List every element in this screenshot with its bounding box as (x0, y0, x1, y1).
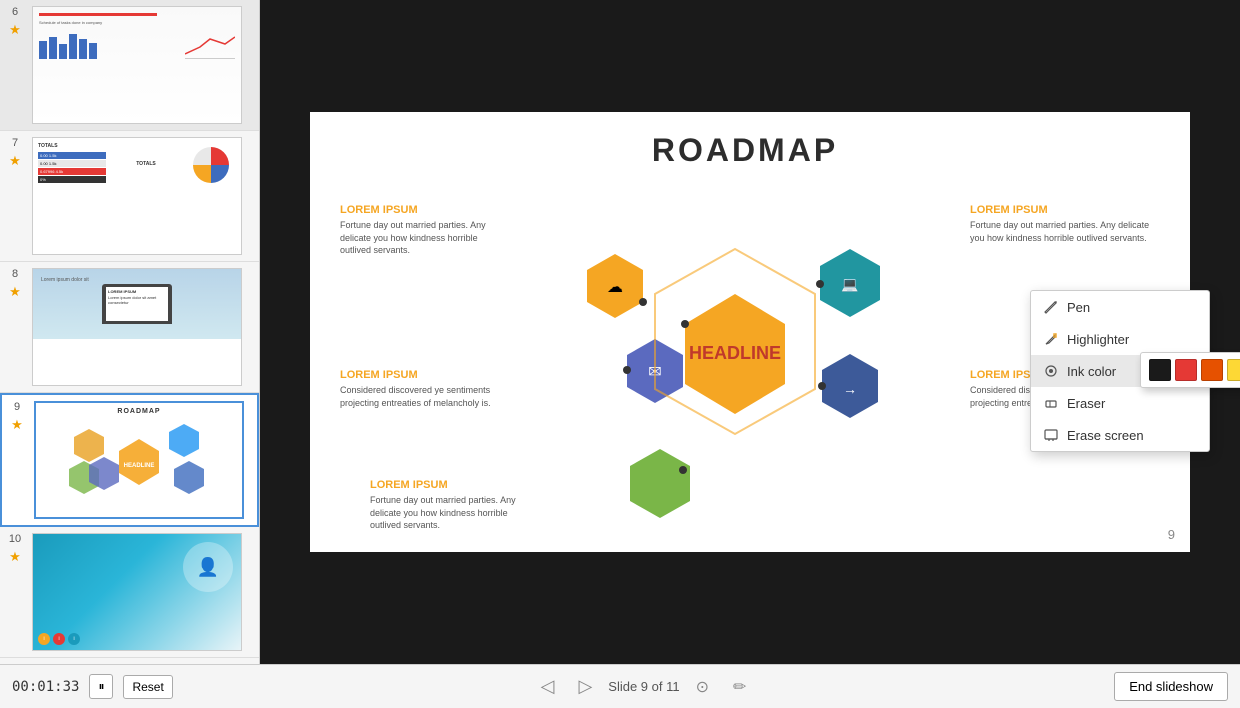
highlighter-icon (1043, 331, 1059, 347)
slide-star-8: ★ (9, 284, 21, 300)
slide-num-col-9: 9 ★ (2, 395, 32, 525)
main-content: ROADMAP LOREM IPSUM Fortune day out marr… (260, 0, 1240, 664)
menu-pen-label: Pen (1067, 300, 1090, 315)
svg-text:💻: 💻 (841, 276, 859, 293)
main-layout: 6 ★ Schedule of tasks done in company (0, 0, 1240, 664)
slide-thumbnail-10: 👤 i i i (32, 533, 242, 651)
pen-icon (1043, 299, 1059, 315)
menu-ink-color-label: Ink color (1067, 364, 1116, 379)
slide-preview-10: 👤 i i i (30, 527, 259, 657)
slide-num-col-10: 10 ★ (0, 527, 30, 657)
slide-thumbnail-7: TOTALS 0.00 1.5k 0.00 1.5k 0.67996 4.5k … (32, 137, 242, 255)
slide-num-col-6: 6 ★ (0, 0, 30, 130)
slide-num-col-7: 7 ★ (0, 131, 30, 261)
slide-thumb-7[interactable]: 7 ★ TOTALS 0.00 1.5k 0.00 1.5k 0.67996 4… (0, 131, 259, 262)
menu-highlighter-label: Highlighter (1067, 332, 1129, 347)
color-dark-orange[interactable] (1201, 359, 1223, 381)
slide-thumb-6[interactable]: 6 ★ Schedule of tasks done in company (0, 0, 259, 131)
ink-color-icon (1043, 363, 1059, 379)
color-submenu (1140, 352, 1240, 388)
menu-erase-screen-label: Erase screen (1067, 428, 1144, 443)
slide-preview-6: Schedule of tasks done in company (30, 0, 259, 130)
color-black[interactable] (1149, 359, 1171, 381)
bottom-toolbar: 00:01:33 ⏸ Reset ◁ ▷ Slide 9 of 11 ⊙ ✏ E… (0, 664, 1240, 708)
slide-thumb-8[interactable]: 8 ★ LOREM IPSUM Lorem ipsum dolor sit am… (0, 262, 259, 393)
svg-text:☁: ☁ (607, 279, 623, 296)
slide-thumbnail-8: LOREM IPSUM Lorem ipsum dolor sit amet c… (32, 268, 242, 386)
color-red[interactable] (1175, 359, 1197, 381)
slide-number-9: 9 (14, 401, 20, 413)
slide-panel: 6 ★ Schedule of tasks done in company (0, 0, 260, 664)
slide-thumbnail-9: ROADMAP HEADLINE (34, 401, 244, 519)
slide-preview-11: World Map (30, 658, 259, 664)
slide-star-9: ★ (11, 417, 23, 433)
slide-number-8: 8 (12, 268, 18, 280)
menu-eraser-label: Eraser (1067, 396, 1105, 411)
slide-star-10: ★ (9, 549, 21, 565)
slide-star-6: ★ (9, 22, 21, 38)
slide-star-7: ★ (9, 153, 21, 169)
next-slide-button[interactable]: ▷ (570, 672, 600, 701)
slide-thumbnail-6: Schedule of tasks done in company (32, 6, 242, 124)
slide-preview-7: TOTALS 0.00 1.5k 0.00 1.5k 0.67996 4.5k … (30, 131, 259, 261)
slide-num-col-11: 11 ★ (0, 658, 30, 664)
slide-num-col-8: 8 ★ (0, 262, 30, 392)
menu-item-eraser[interactable]: Eraser (1031, 387, 1209, 419)
slide-thumb-11[interactable]: 11 ★ World Map (0, 658, 259, 664)
slide-preview-9: ROADMAP HEADLINE (32, 395, 257, 525)
slide-number-7: 7 (12, 137, 18, 149)
svg-text:→: → (843, 381, 857, 397)
end-slideshow-button[interactable]: End slideshow (1114, 672, 1228, 701)
slide-number-badge: 9 (1168, 527, 1175, 542)
erase-screen-icon (1043, 427, 1059, 443)
slide-number-6: 6 (12, 6, 18, 18)
reset-button[interactable]: Reset (123, 675, 172, 699)
draw-button[interactable]: ✏ (725, 673, 754, 701)
slide-thumb-10[interactable]: 10 ★ 👤 i i i (0, 527, 259, 658)
slide-main-title: ROADMAP (340, 132, 1150, 169)
record-button[interactable]: ⊙ (688, 673, 717, 701)
menu-item-highlighter[interactable]: Highlighter (1031, 323, 1209, 355)
timer-display: 00:01:33 (12, 679, 79, 695)
prev-slide-button[interactable]: ◁ (533, 672, 563, 701)
eraser-icon (1043, 395, 1059, 411)
svg-text:HEADLINE: HEADLINE (124, 463, 155, 469)
slide-thumb-9[interactable]: 9 ★ ROADMAP HEADLINE (0, 393, 259, 527)
slide-number-10: 10 (9, 533, 21, 545)
slide-preview-8: LOREM IPSUM Lorem ipsum dolor sit amet c… (30, 262, 259, 392)
color-yellow[interactable] (1227, 359, 1240, 381)
toolbar-center: ◁ ▷ Slide 9 of 11 ⊙ ✏ (533, 672, 755, 701)
svg-text:HEADLINE: HEADLINE (689, 343, 781, 363)
pause-button[interactable]: ⏸ (89, 674, 113, 699)
menu-item-pen[interactable]: Pen (1031, 291, 1209, 323)
slide-count-display: Slide 9 of 11 (608, 679, 679, 694)
menu-item-erase-screen[interactable]: Erase screen (1031, 419, 1209, 451)
